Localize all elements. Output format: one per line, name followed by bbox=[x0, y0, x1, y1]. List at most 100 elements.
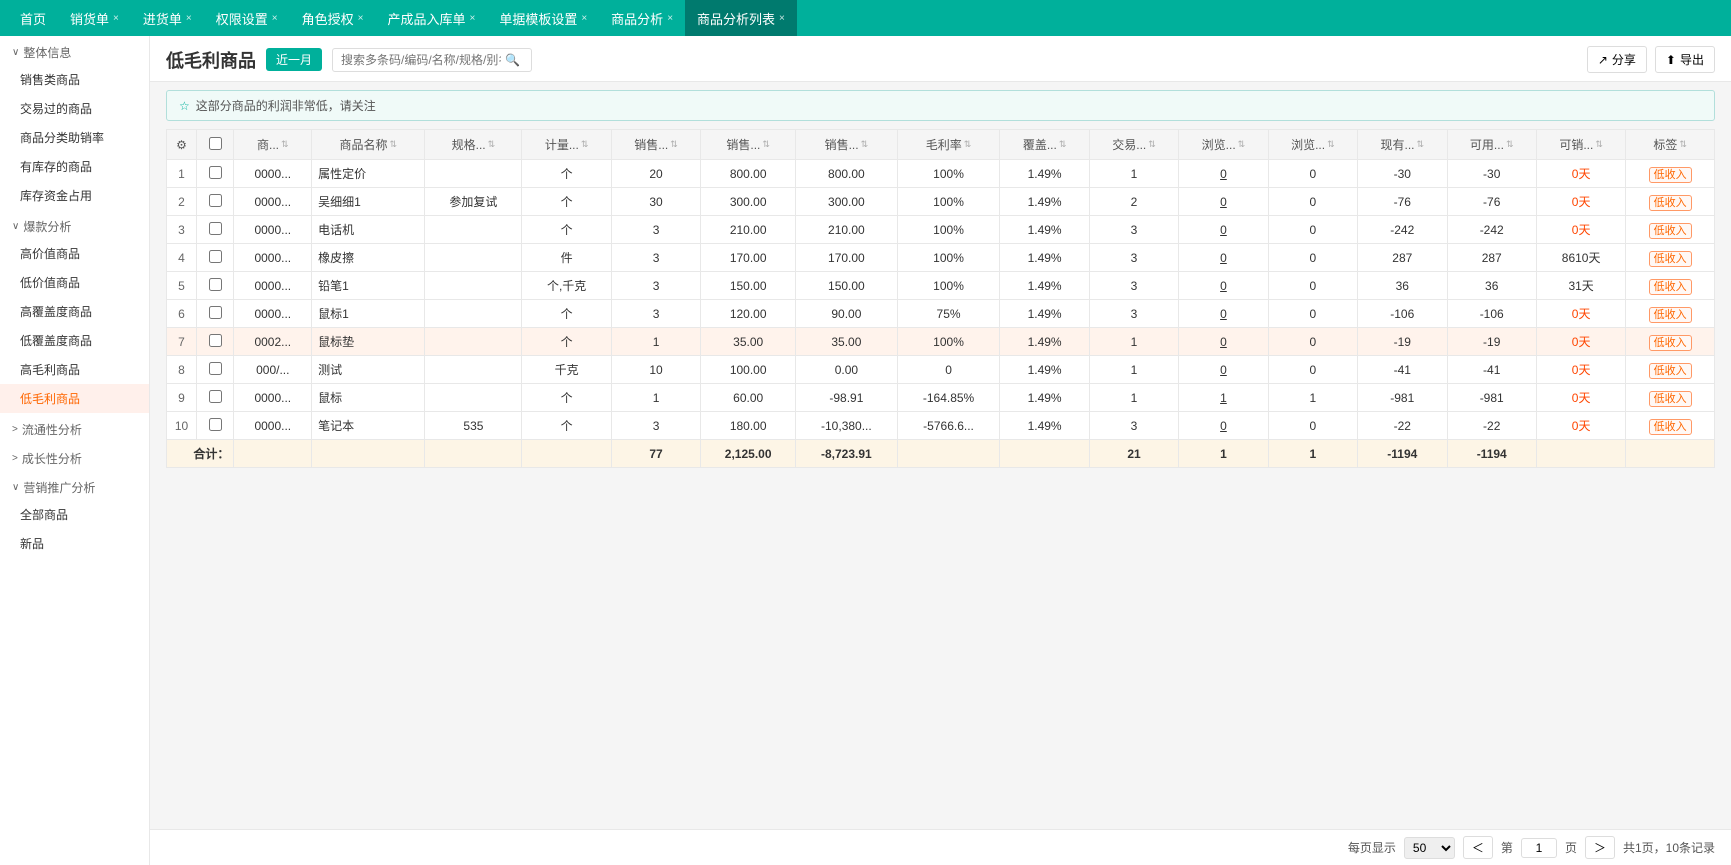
nav-sales-order[interactable]: 销货单 × bbox=[58, 0, 131, 36]
totals-sales-amount: 2,125.00 bbox=[701, 440, 796, 468]
sidebar-group-growth[interactable]: > 成长性分析 bbox=[0, 442, 149, 471]
code-column-header[interactable]: 商...⇅ bbox=[234, 130, 312, 160]
sidebar-item-sales-products[interactable]: 销售类商品 bbox=[0, 65, 149, 94]
checkbox-column-header[interactable] bbox=[197, 130, 234, 160]
sidebar-item-new-products[interactable]: 新品 bbox=[0, 529, 149, 558]
views2-column-header[interactable]: 浏览...⇅ bbox=[1268, 130, 1357, 160]
nav-purchase-order[interactable]: 进货单 × bbox=[131, 0, 204, 36]
sidebar-item-all-products[interactable]: 全部商品 bbox=[0, 500, 149, 529]
sales-count-column-header[interactable]: 销售...⇅ bbox=[611, 130, 700, 160]
row-views1[interactable]: 0 bbox=[1179, 160, 1268, 188]
nav-close-icon[interactable]: × bbox=[186, 13, 192, 24]
row-checkbox[interactable] bbox=[197, 300, 234, 328]
row-views1[interactable]: 0 bbox=[1179, 216, 1268, 244]
sort-icon: ⇅ bbox=[390, 139, 398, 150]
nav-permission-settings[interactable]: 权限设置 × bbox=[204, 0, 290, 36]
row-sales-amount: 170.00 bbox=[701, 244, 796, 272]
views1-column-header[interactable]: 浏览...⇅ bbox=[1179, 130, 1268, 160]
nav-product-analysis[interactable]: 商品分析 × bbox=[599, 0, 685, 36]
row-tag: 低收入 bbox=[1626, 412, 1715, 440]
nav-role-auth[interactable]: 角色授权 × bbox=[290, 0, 376, 36]
row-views1[interactable]: 0 bbox=[1179, 300, 1268, 328]
nav-home[interactable]: 首页 bbox=[8, 0, 58, 36]
row-checkbox[interactable] bbox=[197, 188, 234, 216]
time-filter-button[interactable]: 近一月 bbox=[266, 48, 322, 71]
nav-close-icon[interactable]: × bbox=[272, 13, 278, 24]
nav-close-icon[interactable]: × bbox=[779, 13, 785, 24]
table-row: 10 0000... 笔记本 535 个 3 180.00 -10,380...… bbox=[167, 412, 1715, 440]
nav-product-analysis-list[interactable]: 商品分析列表 × bbox=[685, 0, 797, 36]
sidebar-item-high-value[interactable]: 高价值商品 bbox=[0, 239, 149, 268]
sidebar-group-label: 流通性分析 bbox=[22, 421, 82, 438]
name-column-header[interactable]: 商品名称⇅ bbox=[312, 130, 425, 160]
sort-icon: ⇅ bbox=[1595, 139, 1603, 150]
share-button[interactable]: ↗ 分享 bbox=[1587, 46, 1647, 73]
sidebar-group-liquidity[interactable]: > 流通性分析 bbox=[0, 413, 149, 442]
current-column-header[interactable]: 现有...⇅ bbox=[1358, 130, 1447, 160]
page-input[interactable] bbox=[1521, 838, 1557, 858]
row-checkbox[interactable] bbox=[197, 412, 234, 440]
row-checkbox[interactable] bbox=[197, 384, 234, 412]
nav-product-warehousing[interactable]: 产成品入库单 × bbox=[375, 0, 487, 36]
unit-column-header[interactable]: 计量...⇅ bbox=[522, 130, 611, 160]
row-checkbox[interactable] bbox=[197, 328, 234, 356]
row-views1[interactable]: 0 bbox=[1179, 412, 1268, 440]
totals-views2: 1 bbox=[1268, 440, 1357, 468]
sales-profit-column-header[interactable]: 销售...⇅ bbox=[796, 130, 898, 160]
row-checkbox[interactable] bbox=[197, 216, 234, 244]
nav-close-icon[interactable]: × bbox=[358, 13, 364, 24]
row-coverage: 1.49% bbox=[1000, 412, 1089, 440]
sales-amount-column-header[interactable]: 销售...⇅ bbox=[701, 130, 796, 160]
nav-template-settings[interactable]: 单据模板设置 × bbox=[487, 0, 599, 36]
row-margin: 100% bbox=[897, 328, 1000, 356]
prev-page-button[interactable]: ＜ bbox=[1463, 836, 1493, 859]
export-button[interactable]: ⬆ 导出 bbox=[1655, 46, 1715, 73]
row-checkbox[interactable] bbox=[197, 160, 234, 188]
select-all-checkbox[interactable] bbox=[209, 137, 222, 150]
margin-column-header[interactable]: 毛利率⇅ bbox=[897, 130, 1000, 160]
row-checkbox[interactable] bbox=[197, 356, 234, 384]
sidebar-group-overall[interactable]: ∨ 整体信息 bbox=[0, 36, 149, 65]
row-checkbox[interactable] bbox=[197, 244, 234, 272]
search-input[interactable] bbox=[341, 53, 501, 67]
sidebar-item-traded-products[interactable]: 交易过的商品 bbox=[0, 94, 149, 123]
row-views1[interactable]: 1 bbox=[1179, 384, 1268, 412]
sidebar-item-inventory-capital[interactable]: 库存资金占用 bbox=[0, 181, 149, 210]
top-navigation: 首页 销货单 × 进货单 × 权限设置 × 角色授权 × 产成品入库单 × 单据… bbox=[0, 0, 1731, 36]
table-container: ⚙ 商...⇅ 商品名称⇅ 规格...⇅ 计量...⇅ 销售...⇅ 销售...… bbox=[150, 129, 1731, 829]
sidebar-item-low-value[interactable]: 低价值商品 bbox=[0, 268, 149, 297]
sidebar-item-high-coverage[interactable]: 高覆盖度商品 bbox=[0, 297, 149, 326]
row-spec bbox=[425, 328, 522, 356]
sidebar-group-hot-products[interactable]: ∨ 爆款分析 bbox=[0, 210, 149, 239]
row-views1[interactable]: 0 bbox=[1179, 356, 1268, 384]
spec-column-header[interactable]: 规格...⇅ bbox=[425, 130, 522, 160]
page-size-select[interactable]: 20 50 100 bbox=[1404, 837, 1455, 859]
sidebar-item-low-coverage[interactable]: 低覆盖度商品 bbox=[0, 326, 149, 355]
available-column-header[interactable]: 可用...⇅ bbox=[1447, 130, 1536, 160]
nav-close-icon[interactable]: × bbox=[469, 13, 475, 24]
search-icon[interactable]: 🔍 bbox=[505, 53, 520, 67]
coverage-column-header[interactable]: 覆盖...⇅ bbox=[1000, 130, 1089, 160]
transactions-column-header[interactable]: 交易...⇅ bbox=[1089, 130, 1178, 160]
sidebar-item-category-sales-rate[interactable]: 商品分类助销率 bbox=[0, 123, 149, 152]
next-page-button[interactable]: ＞ bbox=[1585, 836, 1615, 859]
row-views1[interactable]: 0 bbox=[1179, 272, 1268, 300]
table-row: 4 0000... 橡皮擦 件 3 170.00 170.00 100% 1.4… bbox=[167, 244, 1715, 272]
row-views1[interactable]: 0 bbox=[1179, 244, 1268, 272]
sidebar-item-in-stock-products[interactable]: 有库存的商品 bbox=[0, 152, 149, 181]
row-code: 0000... bbox=[234, 412, 312, 440]
row-current: -106 bbox=[1358, 300, 1447, 328]
row-saleable: 0天 bbox=[1536, 300, 1625, 328]
sidebar-item-high-margin[interactable]: 高毛利商品 bbox=[0, 355, 149, 384]
row-views1[interactable]: 0 bbox=[1179, 328, 1268, 356]
nav-close-icon[interactable]: × bbox=[113, 13, 119, 24]
row-checkbox[interactable] bbox=[197, 272, 234, 300]
sidebar-item-low-margin[interactable]: 低毛利商品 bbox=[0, 384, 149, 413]
settings-column-header[interactable]: ⚙ bbox=[167, 130, 197, 160]
tag-column-header[interactable]: 标签⇅ bbox=[1626, 130, 1715, 160]
nav-close-icon[interactable]: × bbox=[581, 13, 587, 24]
nav-close-icon[interactable]: × bbox=[667, 13, 673, 24]
row-views1[interactable]: 0 bbox=[1179, 188, 1268, 216]
saleable-column-header[interactable]: 可销...⇅ bbox=[1536, 130, 1625, 160]
sidebar-group-marketing[interactable]: ∨ 营销推广分析 bbox=[0, 471, 149, 500]
